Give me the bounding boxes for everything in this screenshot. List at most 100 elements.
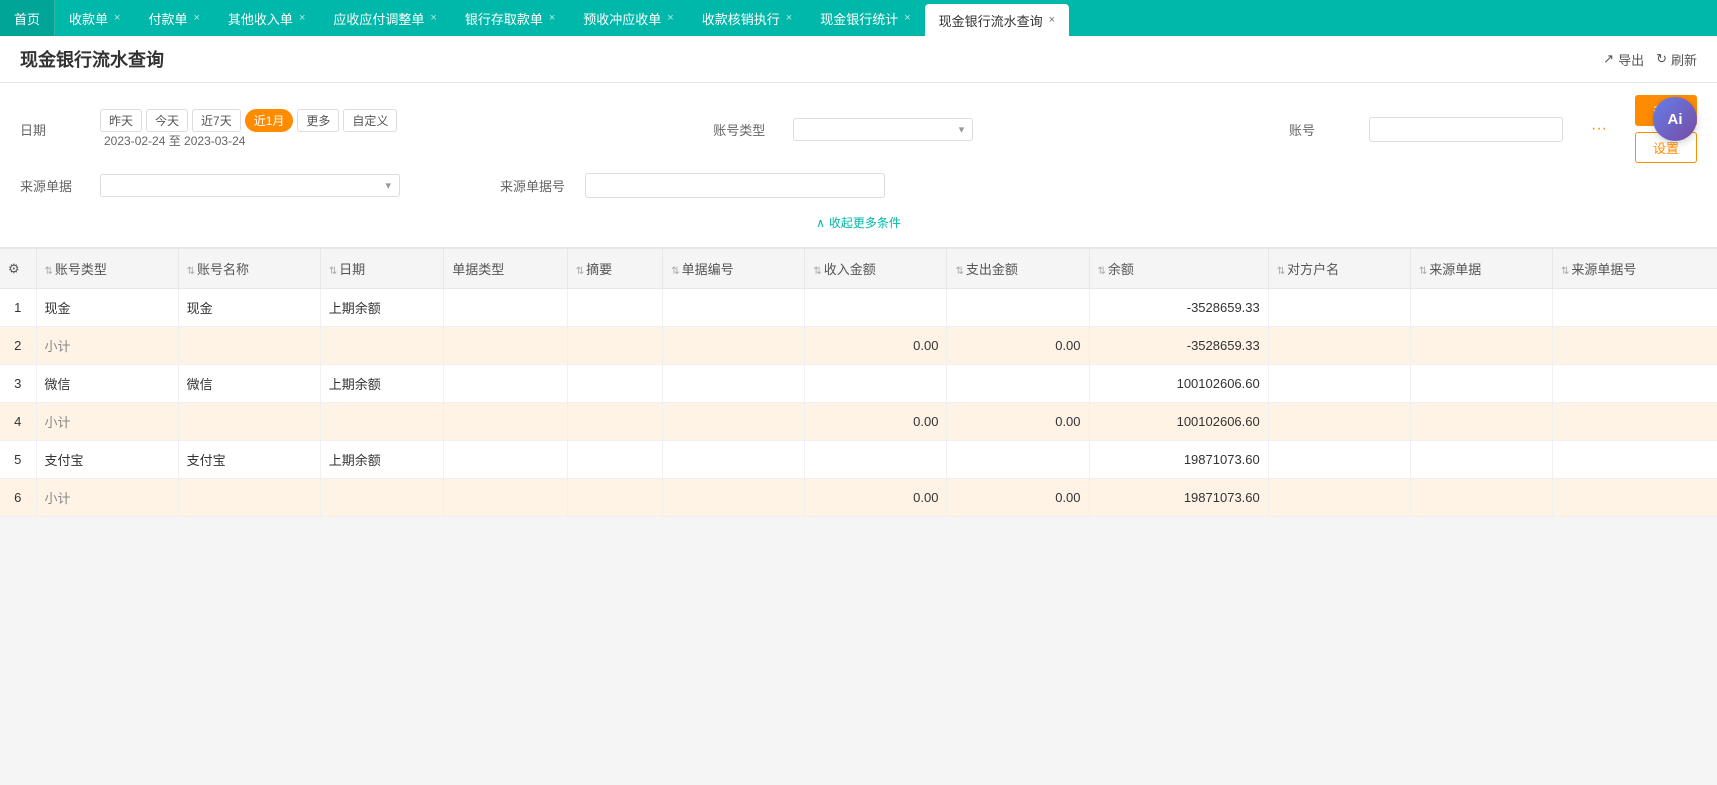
- row-number: 2: [0, 327, 36, 365]
- date-range: 2023-02-24 至 2023-03-24: [104, 132, 397, 149]
- cell-doc-no: [663, 403, 805, 441]
- date-btn-今天[interactable]: 今天: [146, 109, 188, 132]
- cell-balance: 19871073.60: [1089, 441, 1268, 479]
- cell-account-name: [178, 403, 320, 441]
- nav-tab-现金银行统计[interactable]: 现金银行统计×: [806, 0, 924, 36]
- cell-source-doc-no: [1552, 441, 1717, 479]
- cell-date: [320, 403, 444, 441]
- close-tab-icon[interactable]: ×: [430, 12, 436, 24]
- date-btn-更多[interactable]: 更多: [297, 109, 339, 132]
- ai-badge[interactable]: Ai: [1653, 97, 1697, 141]
- cell-account-name: 支付宝: [178, 441, 320, 479]
- more-options-button[interactable]: ···: [1583, 120, 1615, 138]
- cell-income: [805, 441, 947, 479]
- page-header: 现金银行流水查询 ↗ 导出 ↻ 刷新: [0, 36, 1717, 83]
- col-income[interactable]: ⇅收入金额: [805, 249, 947, 289]
- cell-account-type: 小计: [36, 327, 178, 365]
- nav-tab-银行存取款单[interactable]: 银行存取款单×: [451, 0, 569, 36]
- source-doc-arrow-icon: ▾: [385, 179, 391, 192]
- collapse-bar[interactable]: ∧ 收起更多条件: [20, 208, 1697, 235]
- source-doc-select[interactable]: ▾: [100, 174, 400, 197]
- refresh-label: 刷新: [1671, 50, 1697, 69]
- export-button[interactable]: ↗ 导出: [1603, 50, 1644, 69]
- cell-date: [320, 479, 444, 517]
- table-row: 2 小计 0.00 0.00 -3528659.33: [0, 327, 1717, 365]
- cell-income: 0.00: [805, 327, 947, 365]
- export-icon: ↗: [1603, 51, 1614, 67]
- cell-account-name: 微信: [178, 365, 320, 403]
- cell-balance: 100102606.60: [1089, 365, 1268, 403]
- date-btn-自定义[interactable]: 自定义: [343, 109, 397, 132]
- col-source-doc[interactable]: ⇅来源单据: [1410, 249, 1552, 289]
- header-actions: ↗ 导出 ↻ 刷新: [1603, 50, 1697, 69]
- close-tab-icon[interactable]: ×: [299, 12, 305, 24]
- cell-source-doc-no: [1552, 289, 1717, 327]
- col-summary[interactable]: ⇅摘要: [567, 249, 663, 289]
- cell-doc-type: [444, 289, 568, 327]
- cell-income: [805, 365, 947, 403]
- cell-balance: -3528659.33: [1089, 327, 1268, 365]
- ai-label: Ai: [1668, 111, 1683, 128]
- close-tab-icon[interactable]: ×: [904, 12, 910, 24]
- source-doc-no-input[interactable]: [585, 173, 885, 198]
- cell-summary: [567, 365, 663, 403]
- nav-home[interactable]: 首页: [0, 0, 55, 36]
- cell-source-doc-no: [1552, 403, 1717, 441]
- cell-counterpart: [1268, 365, 1410, 403]
- refresh-icon: ↻: [1656, 51, 1667, 67]
- nav-tab-现金银行流水查询[interactable]: 现金银行流水查询×: [925, 4, 1069, 36]
- table-row: 5 支付宝 支付宝 上期余额 19871073.60: [0, 441, 1717, 479]
- cell-counterpart: [1268, 403, 1410, 441]
- cell-date: 上期余额: [320, 441, 444, 479]
- close-tab-icon[interactable]: ×: [549, 12, 555, 24]
- cell-date: 上期余额: [320, 289, 444, 327]
- close-tab-icon[interactable]: ×: [667, 12, 673, 24]
- date-btn-昨天[interactable]: 昨天: [100, 109, 142, 132]
- nav-tab-收款核销执行[interactable]: 收款核销执行×: [688, 0, 806, 36]
- table-row: 4 小计 0.00 0.00 100102606.60: [0, 403, 1717, 441]
- cell-source-doc: [1410, 403, 1552, 441]
- cell-account-name: [178, 479, 320, 517]
- nav-tab-收款单[interactable]: 收款单×: [55, 0, 134, 36]
- col-doc-no[interactable]: ⇅单据编号: [663, 249, 805, 289]
- cell-source-doc: [1410, 479, 1552, 517]
- page-title: 现金银行流水查询: [20, 46, 164, 72]
- cell-source-doc-no: [1552, 327, 1717, 365]
- nav-tab-应收应付调整单[interactable]: 应收应付调整单×: [319, 0, 450, 36]
- cell-account-type: 现金: [36, 289, 178, 327]
- cell-expense: 0.00: [947, 327, 1089, 365]
- date-btn-近7天[interactable]: 近7天: [192, 109, 241, 132]
- cell-account-name: [178, 327, 320, 365]
- close-tab-icon[interactable]: ×: [193, 12, 199, 24]
- cell-source-doc-no: [1552, 365, 1717, 403]
- account-input[interactable]: [1369, 117, 1563, 142]
- source-doc-no-label: 来源单据号: [500, 176, 565, 195]
- col-account-type[interactable]: ⇅账号类型: [36, 249, 178, 289]
- row-number: 1: [0, 289, 36, 327]
- col-date[interactable]: ⇅日期: [320, 249, 444, 289]
- col-account-name[interactable]: ⇅账号名称: [178, 249, 320, 289]
- nav-tab-其他收入单[interactable]: 其他收入单×: [214, 0, 319, 36]
- col-settings[interactable]: ⚙: [0, 249, 36, 289]
- nav-tab-付款单[interactable]: 付款单×: [134, 0, 213, 36]
- nav-tab-预收冲应收单[interactable]: 预收冲应收单×: [569, 0, 687, 36]
- col-expense[interactable]: ⇅支出金额: [947, 249, 1089, 289]
- date-btn-近1月[interactable]: 近1月: [245, 109, 294, 132]
- cell-expense: [947, 365, 1089, 403]
- refresh-button[interactable]: ↻ 刷新: [1656, 50, 1697, 69]
- home-label: 首页: [14, 9, 40, 28]
- close-tab-icon[interactable]: ×: [786, 12, 792, 24]
- col-source-doc-no[interactable]: ⇅来源单据号: [1552, 249, 1717, 289]
- cell-source-doc: [1410, 365, 1552, 403]
- close-tab-icon[interactable]: ×: [1049, 14, 1055, 26]
- cell-doc-type: [444, 479, 568, 517]
- collapse-up-icon: ∧: [816, 216, 825, 230]
- col-balance[interactable]: ⇅余额: [1089, 249, 1268, 289]
- table-row: 1 现金 现金 上期余额 -3528659.33: [0, 289, 1717, 327]
- cell-counterpart: [1268, 327, 1410, 365]
- col-counterpart[interactable]: ⇅对方户名: [1268, 249, 1410, 289]
- top-nav: 首页 收款单×付款单×其他收入单×应收应付调整单×银行存取款单×预收冲应收单×收…: [0, 0, 1717, 36]
- close-tab-icon[interactable]: ×: [114, 12, 120, 24]
- table-row: 3 微信 微信 上期余额 100102606.60: [0, 365, 1717, 403]
- account-type-select[interactable]: ▾: [793, 118, 973, 141]
